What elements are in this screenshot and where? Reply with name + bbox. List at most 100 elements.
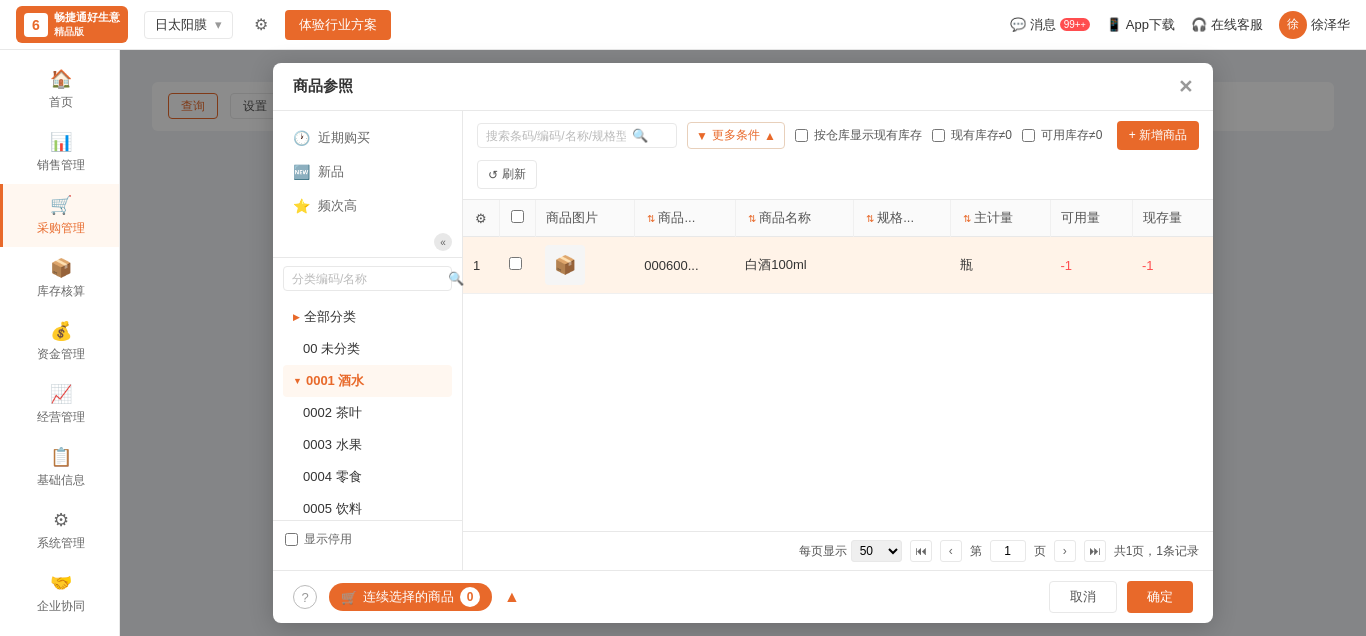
- category-search-input[interactable]: [292, 272, 442, 286]
- frequent-icon: ⭐: [293, 198, 310, 214]
- page-last-btn[interactable]: ⏭: [1084, 540, 1106, 562]
- current-stock-checkbox[interactable]: [932, 129, 945, 142]
- th-image: 商品图片: [535, 200, 634, 237]
- th-settings[interactable]: ⚙: [463, 200, 499, 237]
- th-name[interactable]: ⇅ 商品名称: [735, 200, 853, 237]
- pagination-bar: 每页显示 10 20 50 100 ⏮ ‹ 第: [463, 531, 1213, 570]
- left-panel-tabs: 🕐 近期购买 🆕 新品 ⭐ 频次高: [273, 123, 462, 221]
- page-next-btn[interactable]: ›: [1054, 540, 1076, 562]
- category-item-drink[interactable]: 0005 饮料: [283, 493, 452, 516]
- toolbar: 🔍 ▼ 更多条件 ▲ 按仓库显示现有库存: [463, 111, 1213, 200]
- th-checkbox[interactable]: [499, 200, 535, 237]
- warehouse-checkbox[interactable]: [795, 129, 808, 142]
- td-rownum: 1: [463, 237, 499, 294]
- footer-collapse-arrow[interactable]: ▲: [504, 588, 520, 606]
- display-disabled-label[interactable]: 显示停用: [304, 531, 352, 548]
- left-tab-new[interactable]: 🆕 新品: [283, 157, 452, 187]
- th-available: 可用量: [1050, 200, 1132, 237]
- warehouse-checkbox-label[interactable]: 按仓库显示现有库存: [814, 127, 922, 144]
- more-filter-button[interactable]: ▼ 更多条件 ▲: [687, 122, 785, 149]
- sidebar-item-enterprise[interactable]: 🤝 企业协同: [0, 562, 119, 625]
- category-list: 全部分类 00 未分类 0001 酒水 0002 茶叶: [273, 301, 462, 516]
- available-stock-label[interactable]: 可用库存≠0: [1041, 127, 1102, 144]
- page-first-btn[interactable]: ⏮: [910, 540, 932, 562]
- page-prev-btn[interactable]: ‹: [940, 540, 962, 562]
- total-info: 共1页，1条记录: [1114, 543, 1199, 560]
- sidebar-item-system[interactable]: ⚙ 系统管理: [0, 499, 119, 562]
- inventory-icon: 📦: [50, 257, 72, 279]
- cancel-button[interactable]: 取消: [1049, 581, 1117, 613]
- th-code[interactable]: ⇅ 商品...: [634, 200, 735, 237]
- left-panel: 🕐 近期购买 🆕 新品 ⭐ 频次高: [273, 111, 463, 570]
- current-stock-label[interactable]: 现有库存≠0: [951, 127, 1012, 144]
- left-tab-frequent[interactable]: ⭐ 频次高: [283, 191, 452, 221]
- sort-icon-code: ⇅: [647, 213, 655, 224]
- product-search-input[interactable]: [486, 129, 626, 143]
- footer-buttons: 取消 确定: [1049, 581, 1193, 613]
- user-profile[interactable]: 徐 徐泽华: [1279, 11, 1350, 39]
- td-unit: 瓶: [950, 237, 1050, 294]
- sidebar-item-inventory[interactable]: 📦 库存核算: [0, 247, 119, 310]
- modal-title: 商品参照: [293, 77, 353, 96]
- td-checkbox[interactable]: [499, 237, 535, 294]
- display-disabled-area: 显示停用: [273, 520, 462, 558]
- select-all-checkbox[interactable]: [511, 210, 524, 223]
- refresh-button[interactable]: ↺ 刷新: [477, 160, 537, 189]
- filter-icon: ▼: [696, 129, 708, 143]
- sidebar-item-operations[interactable]: 📈 经营管理: [0, 373, 119, 436]
- category-item-liquor[interactable]: 0001 酒水: [283, 365, 452, 397]
- sidebar-item-sales[interactable]: 📊 销售管理: [0, 121, 119, 184]
- th-spec[interactable]: ⇅ 规格...: [853, 200, 950, 237]
- trial-button[interactable]: 体验行业方案: [285, 10, 391, 40]
- settings-column-icon: ⚙: [475, 211, 487, 226]
- logo: 6 畅捷通好生意 精品版: [16, 6, 128, 43]
- right-panel: 🔍 ▼ 更多条件 ▲ 按仓库显示现有库存: [463, 111, 1213, 570]
- sidebar-item-guide[interactable]: 🔰 新手引导: [0, 625, 119, 636]
- refresh-icon: ↺: [488, 168, 498, 182]
- cart-count-badge: 0: [460, 587, 480, 607]
- main-layout: 🏠 首页 📊 销售管理 🛒 采购管理 📦 库存核算 💰 资金管理 📈 经营管理 …: [0, 50, 1366, 636]
- page-suffix: 页: [1034, 543, 1046, 560]
- messages-nav[interactable]: 💬 消息 99++: [1010, 16, 1090, 34]
- modal-close-button[interactable]: ✕: [1178, 78, 1193, 96]
- category-item-uncategorized[interactable]: 00 未分类: [283, 333, 452, 365]
- nav-right: 💬 消息 99++ 📱 App下载 🎧 在线客服 徐 徐泽华: [1010, 11, 1350, 39]
- sidebar-item-purchase[interactable]: 🛒 采购管理: [0, 184, 119, 247]
- row-checkbox[interactable]: [509, 257, 522, 270]
- sidebar-item-finance[interactable]: 💰 资金管理: [0, 310, 119, 373]
- sidebar-item-basic[interactable]: 📋 基础信息: [0, 436, 119, 499]
- continuous-select-cart[interactable]: 🛒 连续选择的商品 0: [329, 583, 492, 611]
- product-table: ⚙ 商品图片: [463, 200, 1213, 294]
- category-item-tea[interactable]: 0002 茶叶: [283, 397, 452, 429]
- product-table-container: ⚙ 商品图片: [463, 200, 1213, 531]
- confirm-button[interactable]: 确定: [1127, 581, 1193, 613]
- help-button[interactable]: ?: [293, 585, 317, 609]
- app-download-nav[interactable]: 📱 App下载: [1106, 16, 1175, 34]
- available-stock-checkbox[interactable]: [1022, 129, 1035, 142]
- modal-overlay: 商品参照 ✕ 🕐 近期购买 🆕: [120, 50, 1366, 636]
- sidebar: 🏠 首页 📊 销售管理 🛒 采购管理 📦 库存核算 💰 资金管理 📈 经营管理 …: [0, 50, 120, 636]
- category-search-box[interactable]: 🔍: [283, 266, 452, 291]
- th-unit[interactable]: ⇅ 主计量: [950, 200, 1050, 237]
- display-disabled-checkbox[interactable]: [285, 533, 298, 546]
- td-available: -1: [1050, 237, 1132, 294]
- category-item-snack[interactable]: 0004 零食: [283, 461, 452, 493]
- current-stock-checkbox-group: 现有库存≠0: [932, 127, 1012, 144]
- page-size-select[interactable]: 10 20 50 100: [851, 540, 902, 562]
- category-item-fruit[interactable]: 0003 水果: [283, 429, 452, 461]
- store-selector[interactable]: 日太阳膜 ▾: [144, 11, 233, 39]
- category-item-all[interactable]: 全部分类: [283, 301, 452, 333]
- sort-icon-spec: ⇅: [866, 213, 874, 224]
- filter-up-arrow: ▲: [764, 129, 776, 143]
- collapse-panel-btn[interactable]: «: [434, 233, 452, 251]
- product-search-box[interactable]: 🔍: [477, 123, 677, 148]
- add-product-button[interactable]: + 新增商品: [1117, 121, 1199, 150]
- online-service-nav[interactable]: 🎧 在线客服: [1191, 16, 1263, 34]
- modal-body: 🕐 近期购买 🆕 新品 ⭐ 频次高: [273, 111, 1213, 570]
- left-tab-recent[interactable]: 🕐 近期购买: [283, 123, 452, 153]
- settings-nav-icon[interactable]: ⚙: [245, 9, 277, 41]
- sidebar-item-home[interactable]: 🏠 首页: [0, 58, 119, 121]
- table-row[interactable]: 1 📦: [463, 237, 1213, 294]
- product-search-icon: 🔍: [632, 128, 648, 143]
- page-number-input[interactable]: [990, 540, 1026, 562]
